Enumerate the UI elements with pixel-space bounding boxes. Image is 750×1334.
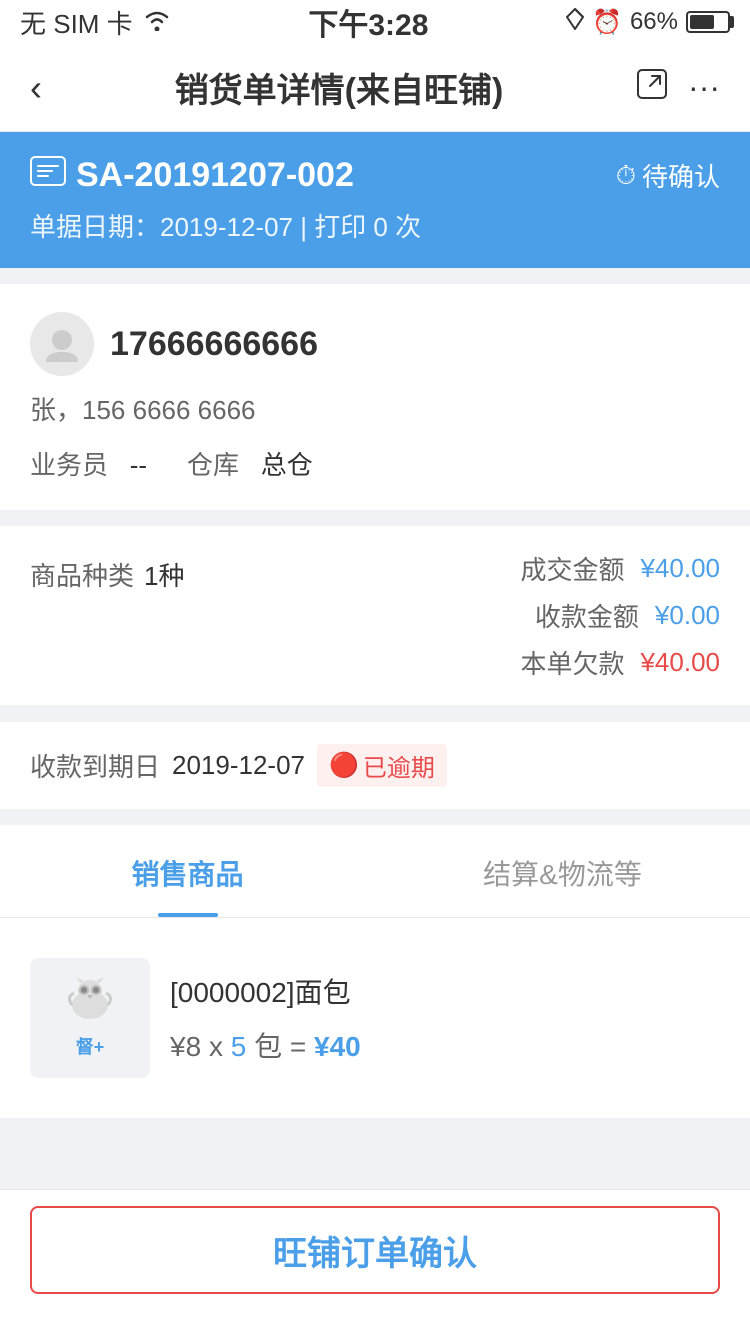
page-title: 销货单详情(来自旺铺) [175, 63, 504, 112]
tab-products[interactable]: 销售商品 [0, 825, 375, 917]
customer-meta: 业务员 -- 仓库 总仓 [30, 441, 720, 482]
deal-amount-row: 成交金额 ¥40.00 [520, 550, 720, 587]
order-id: SA-20191207-002 [30, 156, 354, 195]
confirm-button[interactable]: 旺铺订单确认 [30, 1206, 720, 1294]
product-list: 督+ [0000002]面包 ¥8 x 5 包 = ¥40 [0, 918, 750, 1118]
warehouse-value: 总仓 [261, 450, 313, 480]
product-thumbnail: 督+ [30, 958, 150, 1078]
overdue-badge: 🔴 已逾期 [317, 744, 447, 787]
product-type-label: 商品种类 [30, 556, 134, 593]
deal-amount-label: 成交金额 [520, 550, 624, 587]
tab-settlement[interactable]: 结算&物流等 [375, 825, 750, 917]
status-left: 无 SIM 卡 [20, 4, 171, 41]
product-info: [0000002]面包 ¥8 x 5 包 = ¥40 [170, 958, 720, 1078]
due-date-section: 收款到期日 2019-12-07 🔴 已逾期 [0, 721, 750, 809]
status-right: ⏰ 66% [566, 8, 730, 37]
status-time: 下午3:28 [308, 0, 428, 44]
product-type-value: 1种 [144, 556, 184, 593]
customer-section: 17666666666 张，156 6666 6666 业务员 -- 仓库 总仓 [0, 284, 750, 510]
alarm-icon: ⏰ [592, 8, 622, 37]
brand-text: 督+ [76, 1033, 105, 1059]
back-button[interactable]: ‹ [30, 67, 42, 109]
product-thumb-inner: 督+ [50, 988, 130, 1048]
amounts-section: 商品种类 1种 成交金额 ¥40.00 收款金额 ¥0.00 本单欠款 ¥40.… [0, 526, 750, 705]
nav-bar: ‹ 销货单详情(来自旺铺) ··· [0, 44, 750, 132]
multiply-sign: x [209, 1031, 231, 1062]
avatar [30, 312, 94, 376]
nav-actions: ··· [636, 68, 720, 108]
battery-icon [686, 11, 730, 33]
overdue-text: 已逾期 [363, 748, 435, 783]
bottom-bar: 旺铺订单确认 [0, 1189, 750, 1334]
amount-list: 成交金额 ¥40.00 收款金额 ¥0.00 本单欠款 ¥40.00 [520, 550, 720, 681]
salesperson-label: 业务员 [30, 450, 108, 480]
owed-value: ¥40.00 [640, 647, 720, 678]
location-icon [566, 8, 584, 37]
received-row: 收款金额 ¥0.00 [535, 597, 720, 634]
status-clock-icon: ⏱ [616, 160, 636, 192]
owed-label: 本单欠款 [520, 644, 624, 681]
product-price: ¥8 x 5 包 = ¥40 [170, 1025, 720, 1065]
more-button[interactable]: ··· [688, 69, 720, 106]
order-status: ⏱ 待确认 [616, 157, 720, 194]
salesperson-value: -- [130, 450, 147, 480]
customer-name: 张，156 6666 6666 [30, 390, 720, 427]
order-date: 单据日期：2019-12-07 | 打印 0 次 [30, 207, 720, 244]
overdue-icon: 🔴 [329, 751, 359, 780]
product-name: [0000002]面包 [170, 971, 720, 1011]
equals-sign: = [290, 1031, 314, 1062]
customer-phone: 17666666666 [110, 325, 318, 364]
order-header: SA-20191207-002 ⏱ 待确认 单据日期：2019-12-07 | … [0, 132, 750, 268]
tabs-section: 销售商品 结算&物流等 [0, 825, 750, 918]
unit-label: 包 [254, 1031, 282, 1062]
order-icon [30, 156, 66, 195]
received-label: 收款金额 [535, 597, 639, 634]
salesperson-item: 业务员 -- [30, 445, 147, 482]
tabs-row: 销售商品 结算&物流等 [0, 825, 750, 917]
price-total: ¥40 [314, 1031, 361, 1062]
owl-icon [60, 977, 120, 1029]
price-amount: ¥8 [170, 1031, 201, 1062]
deal-amount-value: ¥40.00 [640, 553, 720, 584]
battery-percent: 66% [630, 8, 678, 36]
customer-row: 17666666666 [30, 312, 720, 376]
due-date-label: 收款到期日 [30, 747, 160, 784]
due-date-value: 2019-12-07 [172, 750, 305, 781]
received-value: ¥0.00 [655, 600, 720, 631]
carrier-label: 无 SIM 卡 [20, 4, 133, 41]
order-header-top: SA-20191207-002 ⏱ 待确认 [30, 156, 720, 195]
status-bar: 无 SIM 卡 下午3:28 ⏰ 66% [0, 0, 750, 44]
product-item: 督+ [0000002]面包 ¥8 x 5 包 = ¥40 [30, 938, 720, 1098]
product-count: 商品种类 1种 [30, 550, 184, 593]
owed-row: 本单欠款 ¥40.00 [520, 644, 720, 681]
share-button[interactable] [636, 68, 668, 108]
warehouse-label: 仓库 [187, 450, 239, 480]
warehouse-item: 仓库 总仓 [187, 445, 313, 482]
wifi-icon [143, 7, 171, 38]
price-qty: 5 [231, 1031, 247, 1062]
